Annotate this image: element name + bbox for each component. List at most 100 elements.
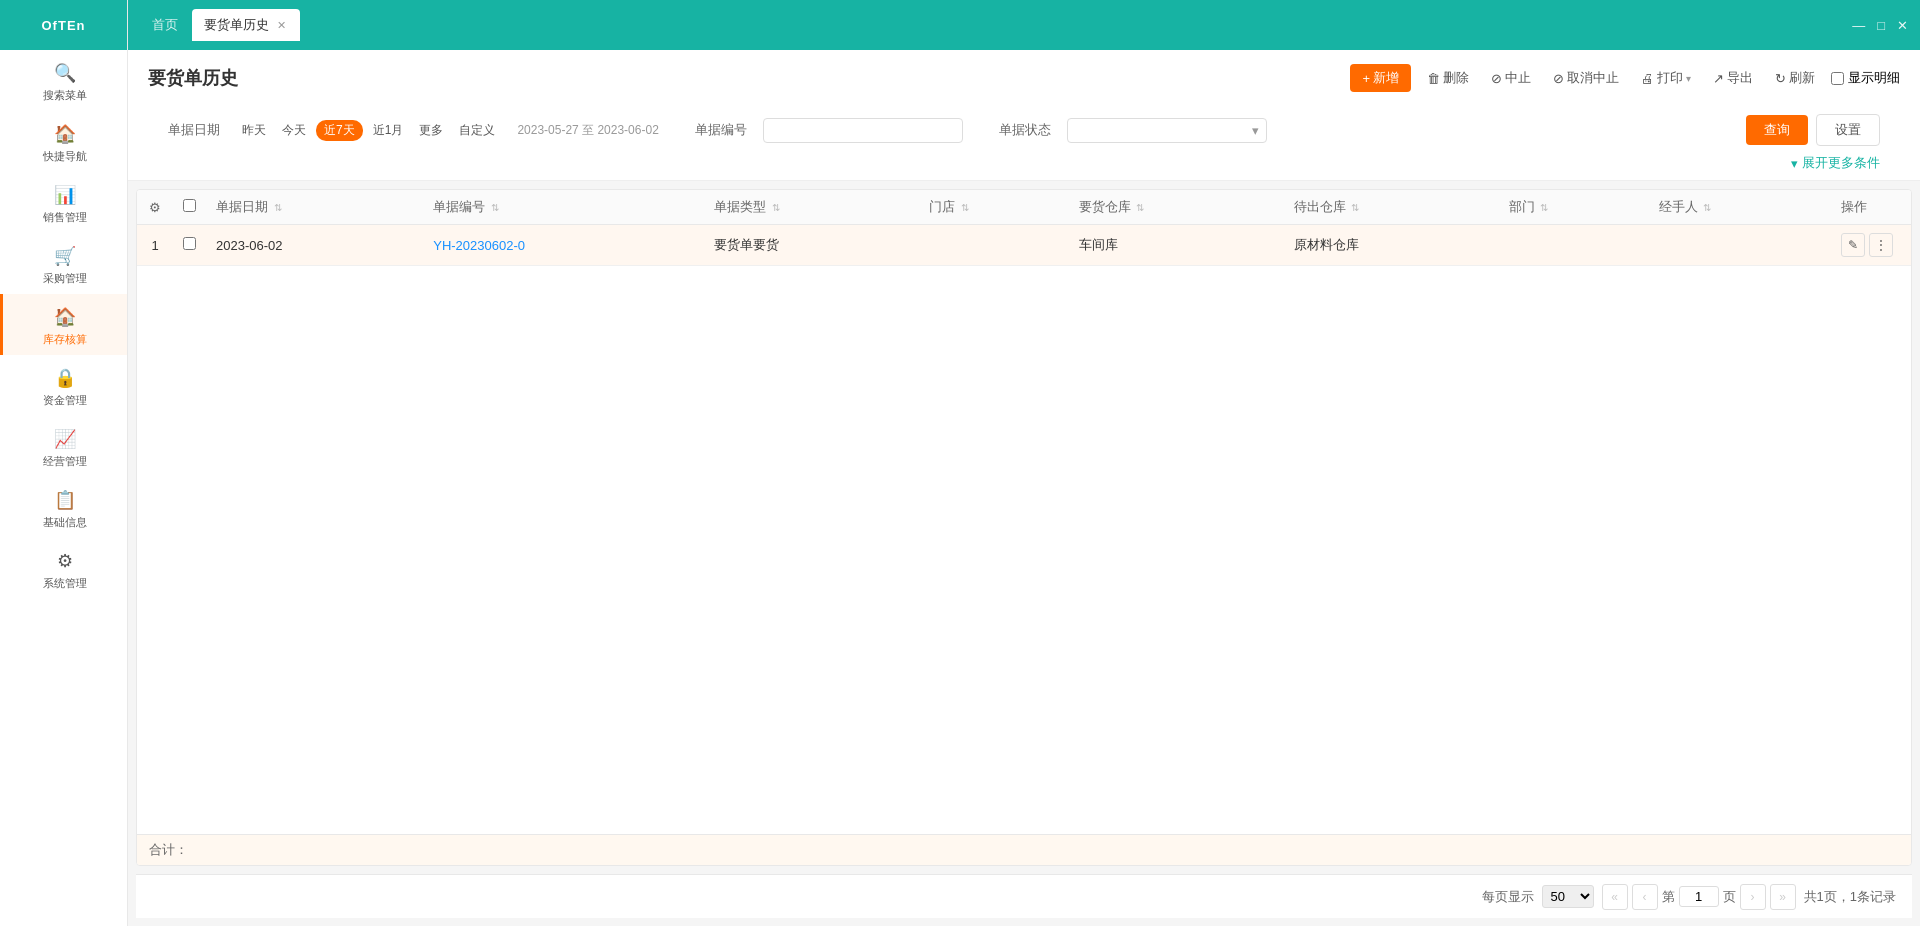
row-actions-cell: ✎ ⋮ bbox=[1831, 225, 1911, 266]
row-edit-icon[interactable]: ✎ bbox=[1841, 233, 1865, 257]
tab-close-icon[interactable]: ✕ bbox=[275, 18, 288, 33]
col-req-warehouse[interactable]: 要货仓库 ⇅ bbox=[1069, 190, 1284, 225]
col-dept-label: 部门 bbox=[1509, 199, 1535, 214]
refresh-icon: ↻ bbox=[1775, 71, 1786, 86]
col-store[interactable]: 门店 ⇅ bbox=[919, 190, 1069, 225]
date-btn-yesterday[interactable]: 昨天 bbox=[236, 120, 272, 141]
col-bill-type-label: 单据类型 bbox=[714, 199, 766, 214]
row-bill-no-link[interactable]: YH-20230602-0 bbox=[433, 238, 525, 253]
row-more-icon[interactable]: ⋮ bbox=[1869, 233, 1893, 257]
tab-home[interactable]: 首页 bbox=[140, 9, 190, 41]
page-nav: « ‹ 第 页 › » bbox=[1602, 884, 1796, 910]
suspend-button[interactable]: ⊘ 中止 bbox=[1485, 65, 1537, 91]
delete-icon: 🗑 bbox=[1427, 71, 1440, 86]
cancel-suspend-label: 取消中止 bbox=[1567, 69, 1619, 87]
row-req-warehouse: 车间库 bbox=[1079, 237, 1118, 252]
status-select-wrapper bbox=[1067, 118, 1267, 143]
tab-requisition-history-label: 要货单历史 bbox=[204, 16, 269, 34]
display-detail-checkbox[interactable] bbox=[1831, 72, 1844, 85]
sidebar-logo: OfTEn bbox=[0, 0, 127, 50]
print-icon: 🖨 bbox=[1641, 71, 1654, 86]
date-btn-custom[interactable]: 自定义 bbox=[453, 120, 501, 141]
sidebar-item-quicknav[interactable]: 🏠 快捷导航 bbox=[0, 111, 127, 172]
status-select[interactable] bbox=[1067, 118, 1267, 143]
search-icon: 🔍 bbox=[54, 62, 76, 84]
row-checkbox[interactable] bbox=[183, 237, 196, 250]
col-date[interactable]: 单据日期 ⇅ bbox=[206, 190, 423, 225]
sort-icon: ⇅ bbox=[491, 202, 499, 213]
page-number-input[interactable] bbox=[1679, 886, 1719, 907]
last-page-btn[interactable]: » bbox=[1770, 884, 1796, 910]
total-label: 合计： bbox=[149, 842, 188, 857]
sidebar-item-finance[interactable]: 🔒 资金管理 bbox=[0, 355, 127, 416]
table-body: 1 2023-06-02 YH-20230602-0 bbox=[137, 225, 1911, 266]
settings-col-header[interactable]: ⚙ bbox=[137, 190, 173, 225]
export-button[interactable]: ↗ 导出 bbox=[1707, 65, 1759, 91]
sidebar-item-purchase[interactable]: 🛒 采购管理 bbox=[0, 233, 127, 294]
settings-button[interactable]: 设置 bbox=[1816, 114, 1880, 146]
expand-icon: ▾ bbox=[1791, 156, 1798, 171]
sidebar-item-sales[interactable]: 📊 销售管理 bbox=[0, 172, 127, 233]
display-detail-toggle[interactable]: 显示明细 bbox=[1831, 69, 1900, 87]
prev-page-btn[interactable]: ‹ bbox=[1632, 884, 1658, 910]
refresh-button[interactable]: ↻ 刷新 bbox=[1769, 65, 1821, 91]
sidebar-item-basic[interactable]: 📋 基础信息 bbox=[0, 477, 127, 538]
delete-label: 删除 bbox=[1443, 69, 1469, 87]
sort-icon: ⇅ bbox=[274, 202, 282, 213]
main-area: 首页 要货单历史 ✕ — □ ✕ 要货单历史 + 新增 🗑 bbox=[128, 0, 1920, 926]
sidebar-item-system[interactable]: ⚙ 系统管理 bbox=[0, 538, 127, 599]
new-button[interactable]: + 新增 bbox=[1350, 64, 1411, 92]
purchase-icon: 🛒 bbox=[54, 245, 76, 267]
page-header: 要货单历史 + 新增 🗑 删除 ⊘ 中止 ⊘ bbox=[128, 50, 1920, 181]
row-bill-type-cell: 要货单要货 bbox=[704, 225, 919, 266]
page-title: 要货单历史 bbox=[148, 66, 238, 90]
col-pending-warehouse[interactable]: 待出仓库 ⇅ bbox=[1284, 190, 1499, 225]
next-page-btn[interactable]: › bbox=[1740, 884, 1766, 910]
select-all-checkbox[interactable] bbox=[183, 199, 196, 212]
sort-icon: ⇅ bbox=[1540, 202, 1548, 213]
row-pending-warehouse-cell: 原材料仓库 bbox=[1284, 225, 1499, 266]
delete-button[interactable]: 🗑 删除 bbox=[1421, 65, 1475, 91]
bill-no-input[interactable] bbox=[763, 118, 963, 143]
sales-icon: 📊 bbox=[54, 184, 76, 206]
col-dept[interactable]: 部门 ⇅ bbox=[1499, 190, 1649, 225]
sidebar-item-search[interactable]: 🔍 搜索菜单 bbox=[0, 50, 127, 111]
export-icon: ↗ bbox=[1713, 71, 1724, 86]
sidebar-item-operations[interactable]: 📈 经营管理 bbox=[0, 416, 127, 477]
date-btn-more[interactable]: 更多 bbox=[413, 120, 449, 141]
print-button[interactable]: 🖨 打印 ▾ bbox=[1635, 65, 1697, 91]
cancel-suspend-button[interactable]: ⊘ 取消中止 bbox=[1547, 65, 1625, 91]
row-dept-cell bbox=[1499, 225, 1649, 266]
tab-requisition-history[interactable]: 要货单历史 ✕ bbox=[192, 9, 300, 41]
row-actions: ✎ ⋮ bbox=[1841, 233, 1901, 257]
toolbar: + 新增 🗑 删除 ⊘ 中止 ⊘ 取消中止 bbox=[1350, 64, 1900, 92]
close-window-icon[interactable]: ✕ bbox=[1897, 18, 1908, 33]
query-button[interactable]: 查询 bbox=[1746, 115, 1808, 145]
date-btn-7days[interactable]: 近7天 bbox=[316, 120, 363, 141]
maximize-icon[interactable]: □ bbox=[1877, 18, 1885, 33]
col-bill-no[interactable]: 单据编号 ⇅ bbox=[423, 190, 704, 225]
date-filter-btns: 昨天 今天 近7天 近1月 更多 自定义 bbox=[236, 120, 501, 141]
date-btn-today[interactable]: 今天 bbox=[276, 120, 312, 141]
print-dropdown-icon: ▾ bbox=[1686, 73, 1691, 84]
page-size-select[interactable]: 10 20 50 100 bbox=[1542, 885, 1594, 908]
sidebar-item-label: 搜索菜单 bbox=[43, 88, 87, 103]
first-page-btn[interactable]: « bbox=[1602, 884, 1628, 910]
date-range-display: 2023-05-27 至 2023-06-02 bbox=[517, 122, 658, 139]
col-actions-label: 操作 bbox=[1841, 199, 1867, 214]
sidebar-item-label: 库存核算 bbox=[43, 332, 87, 347]
col-req-warehouse-label: 要货仓库 bbox=[1079, 199, 1131, 214]
col-handler[interactable]: 经手人 ⇅ bbox=[1649, 190, 1831, 225]
sort-icon: ⇅ bbox=[1136, 202, 1144, 213]
minimize-icon[interactable]: — bbox=[1852, 18, 1865, 33]
tab-home-label: 首页 bbox=[152, 16, 178, 34]
date-btn-1month[interactable]: 近1月 bbox=[367, 120, 410, 141]
row-bill-type: 要货单要货 bbox=[714, 237, 779, 252]
sidebar-item-label: 快捷导航 bbox=[43, 149, 87, 164]
expand-more-btn[interactable]: ▾ 展开更多条件 bbox=[1791, 154, 1880, 172]
col-actions: 操作 bbox=[1831, 190, 1911, 225]
sidebar-item-inventory[interactable]: 🏠 库存核算 bbox=[0, 294, 127, 355]
col-bill-type[interactable]: 单据类型 ⇅ bbox=[704, 190, 919, 225]
table-scroll[interactable]: ⚙ 单据日期 ⇅ 单据编号 ⇅ bbox=[137, 190, 1911, 834]
operations-icon: 📈 bbox=[54, 428, 76, 450]
